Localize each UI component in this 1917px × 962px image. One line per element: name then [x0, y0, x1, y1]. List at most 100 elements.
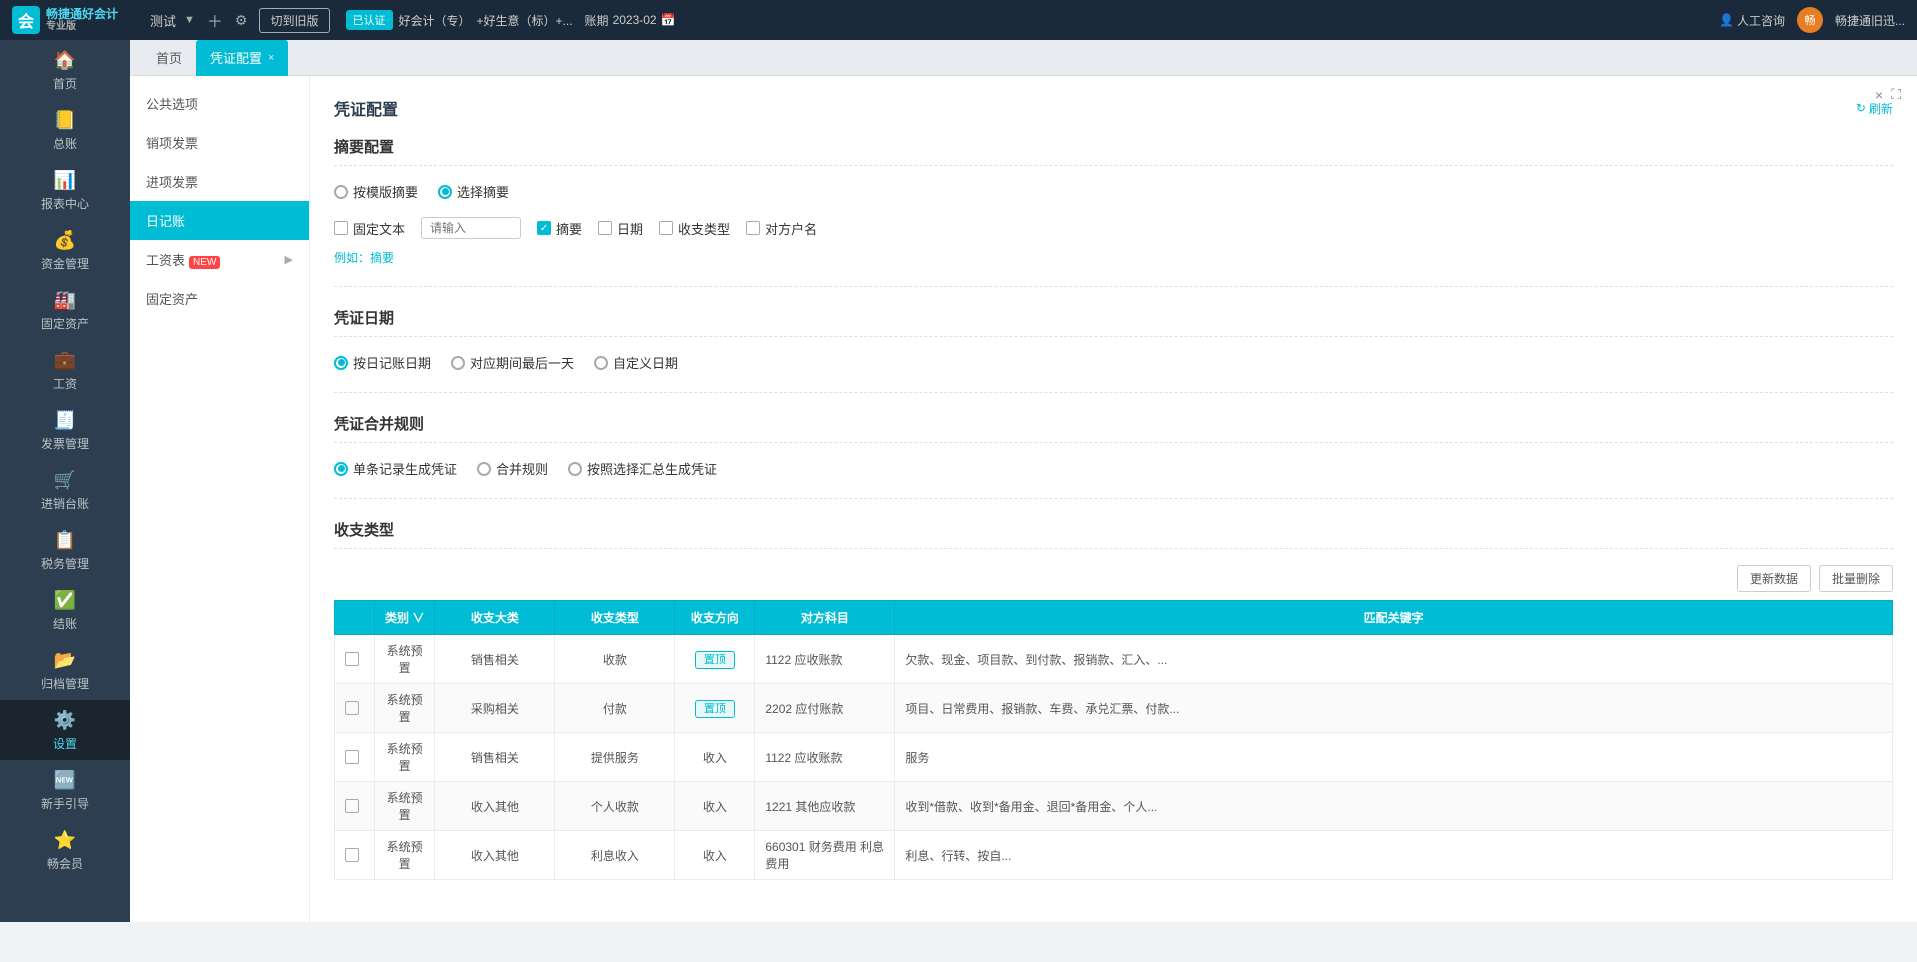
- row-category-3: 系统预置: [375, 782, 435, 831]
- row-checkbox-3[interactable]: [345, 799, 359, 813]
- sidebar-item-funds[interactable]: 💰 资金管理: [0, 220, 130, 280]
- radio-period-last[interactable]: 对应期间最后一天: [451, 353, 574, 372]
- row-direction-4: 收入: [675, 831, 755, 880]
- income-section-title: 收支类型: [334, 519, 1893, 549]
- sidebar-item-ledger[interactable]: 📒 总账: [0, 100, 130, 160]
- sidebar-label-home: 首页: [53, 75, 77, 92]
- nav-dropdown-arrow[interactable]: ▼: [184, 14, 195, 26]
- period-calendar-icon[interactable]: 📅: [661, 13, 676, 27]
- direction-tag-0[interactable]: 置顶: [695, 651, 735, 669]
- row-keyword-2: 服务: [895, 733, 1893, 782]
- left-nav-purchase-label: 进项发票: [146, 172, 198, 191]
- member-icon: ⭐: [54, 830, 76, 851]
- switch-old-btn[interactable]: 切到旧版: [259, 8, 329, 33]
- radio-merge-rule[interactable]: 合并规则: [477, 459, 548, 478]
- row-sub-type-3: 个人收款: [555, 782, 675, 831]
- radio-custom-date-label: 自定义日期: [613, 353, 678, 372]
- checkbox-date[interactable]: 日期: [598, 219, 643, 238]
- row-category-2: 系统预置: [375, 733, 435, 782]
- sidebar-item-salary[interactable]: 💼 工资: [0, 340, 130, 400]
- radio-period-last-label: 对应期间最后一天: [470, 353, 574, 372]
- left-nav-purchase-inv[interactable]: 进项发票: [130, 162, 309, 201]
- income-expense-table: 类别 ∨ 收支大类 收支类型 收支方向 对方科目: [334, 600, 1893, 880]
- col-direction-label: 收支方向: [691, 611, 739, 625]
- left-nav-fixed-assets[interactable]: 固定资产: [130, 279, 309, 318]
- service-icon: 👤: [1719, 13, 1734, 27]
- sidebar-item-tax[interactable]: 📋 税务管理: [0, 520, 130, 580]
- sidebar-item-member[interactable]: ⭐ 畅会员: [0, 820, 130, 880]
- username[interactable]: 畅捷通旧迅...: [1835, 12, 1905, 29]
- sidebar-item-assets[interactable]: 🏭 固定资产: [0, 280, 130, 340]
- row-checkbox-1[interactable]: [345, 701, 359, 715]
- select-all-checkbox[interactable]: [345, 611, 359, 625]
- row-checkbox-cell: [335, 635, 375, 684]
- date-section-title: 凭证日期: [334, 307, 1893, 337]
- top-badges: 已认证 好会计（专） +好生意（标）+...: [346, 10, 573, 30]
- sidebar-item-settings[interactable]: ⚙️ 设置: [0, 700, 130, 760]
- nav-test[interactable]: 测试: [150, 11, 176, 30]
- table-row: 系统预置 销售相关 提供服务 收入 1122 应收账款 服务: [335, 733, 1893, 782]
- radio-select[interactable]: 选择摘要: [438, 182, 509, 201]
- radio-select-total[interactable]: 按照选择汇总生成凭证: [568, 459, 717, 478]
- radio-single[interactable]: 单条记录生成凭证: [334, 459, 457, 478]
- sidebar-label-reports: 报表中心: [41, 195, 89, 212]
- left-nav: 公共选项 销项发票 进项发票 日记账 工资表NEW ▶ 固定资产: [130, 76, 310, 922]
- service-btn[interactable]: 👤 人工咨询: [1719, 12, 1785, 29]
- checkbox-fixed-text[interactable]: 固定文本: [334, 219, 405, 238]
- window-expand-btn[interactable]: ⛶: [1891, 86, 1901, 103]
- window-close-btn[interactable]: ×: [1875, 87, 1883, 103]
- sidebar-item-home[interactable]: 🏠 首页: [0, 40, 130, 100]
- sidebar-item-settle[interactable]: ✅ 结账: [0, 580, 130, 640]
- fixed-text-input[interactable]: [421, 217, 521, 239]
- reports-icon: 📊: [54, 170, 76, 191]
- radio-journal-date[interactable]: 按日记账日期: [334, 353, 431, 372]
- guide-icon: 🆕: [54, 770, 76, 791]
- sidebar-label-ledger: 总账: [53, 135, 77, 152]
- radio-select-total-circle: [568, 462, 582, 476]
- row-keyword-0: 欠款、现金、项目款、到付款、报销款、汇入、...: [895, 635, 1893, 684]
- row-sub-type-1: 付款: [555, 684, 675, 733]
- row-checkbox-0[interactable]: [345, 652, 359, 666]
- sidebar-item-reports[interactable]: 📊 报表中心: [0, 160, 130, 220]
- tab-home[interactable]: 首页: [142, 40, 196, 76]
- batch-delete-btn[interactable]: 批量删除: [1819, 565, 1893, 592]
- nav-add-icon[interactable]: ＋: [207, 8, 223, 32]
- summary-radio-group: 按模版摘要 选择摘要: [334, 182, 1893, 201]
- col-header-checkbox: [335, 601, 375, 635]
- fixed-text-label: 固定文本: [353, 219, 405, 238]
- row-checkbox-4[interactable]: [345, 848, 359, 862]
- sidebar-label-purchase: 进销台账: [41, 495, 89, 512]
- checkbox-type[interactable]: 收支类型: [659, 219, 730, 238]
- left-nav-payroll[interactable]: 工资表NEW ▶: [130, 240, 309, 279]
- checkbox-counterparty[interactable]: 对方户名: [746, 219, 817, 238]
- radio-custom-date[interactable]: 自定义日期: [594, 353, 678, 372]
- row-big-type-2: 销售相关: [435, 733, 555, 782]
- row-checkbox-2[interactable]: [345, 750, 359, 764]
- top-header: 会 畅捷通好会计 专业版 测试 ▼ ＋ ⚙ 切到旧版 已认证 好会计（专） +好…: [0, 0, 1917, 40]
- tab-close-icon[interactable]: ×: [268, 52, 274, 64]
- checkbox-summary[interactable]: ✓ 摘要: [537, 219, 582, 238]
- left-nav-public[interactable]: 公共选项: [130, 84, 309, 123]
- sidebar-item-guide[interactable]: 🆕 新手引导: [0, 760, 130, 820]
- summary-label: 摘要: [556, 219, 582, 238]
- refresh-icon: ↻: [1856, 101, 1866, 115]
- sidebar-item-purchase[interactable]: 🛒 进销台账: [0, 460, 130, 520]
- left-nav-sales[interactable]: 销项发票: [130, 123, 309, 162]
- update-data-btn[interactable]: 更新数据: [1737, 565, 1811, 592]
- date-label: 日期: [617, 219, 643, 238]
- nav-gear-icon[interactable]: ⚙: [235, 12, 248, 29]
- radio-template[interactable]: 按模版摘要: [334, 182, 418, 201]
- sidebar-label-archive: 归档管理: [41, 675, 89, 692]
- col-header-category: 类别 ∨: [375, 601, 435, 635]
- tab-voucher-config[interactable]: 凭证配置 ×: [196, 40, 288, 76]
- direction-tag-1[interactable]: 置顶: [695, 700, 735, 718]
- sidebar-item-invoice[interactable]: 🧾 发票管理: [0, 400, 130, 460]
- logo-sub: 专业版: [46, 21, 118, 33]
- period-label: 账期: [585, 12, 609, 29]
- left-nav-payroll-label: 工资表NEW: [146, 250, 220, 269]
- left-nav-journal[interactable]: 日记账: [130, 201, 309, 240]
- col-big-type-label: 收支大类: [471, 611, 519, 625]
- summary-section-title: 摘要配置: [334, 136, 1893, 166]
- sidebar-item-archive[interactable]: 📂 归档管理: [0, 640, 130, 700]
- row-keyword-1: 项目、日常费用、报销款、车费、承兑汇票、付款...: [895, 684, 1893, 733]
